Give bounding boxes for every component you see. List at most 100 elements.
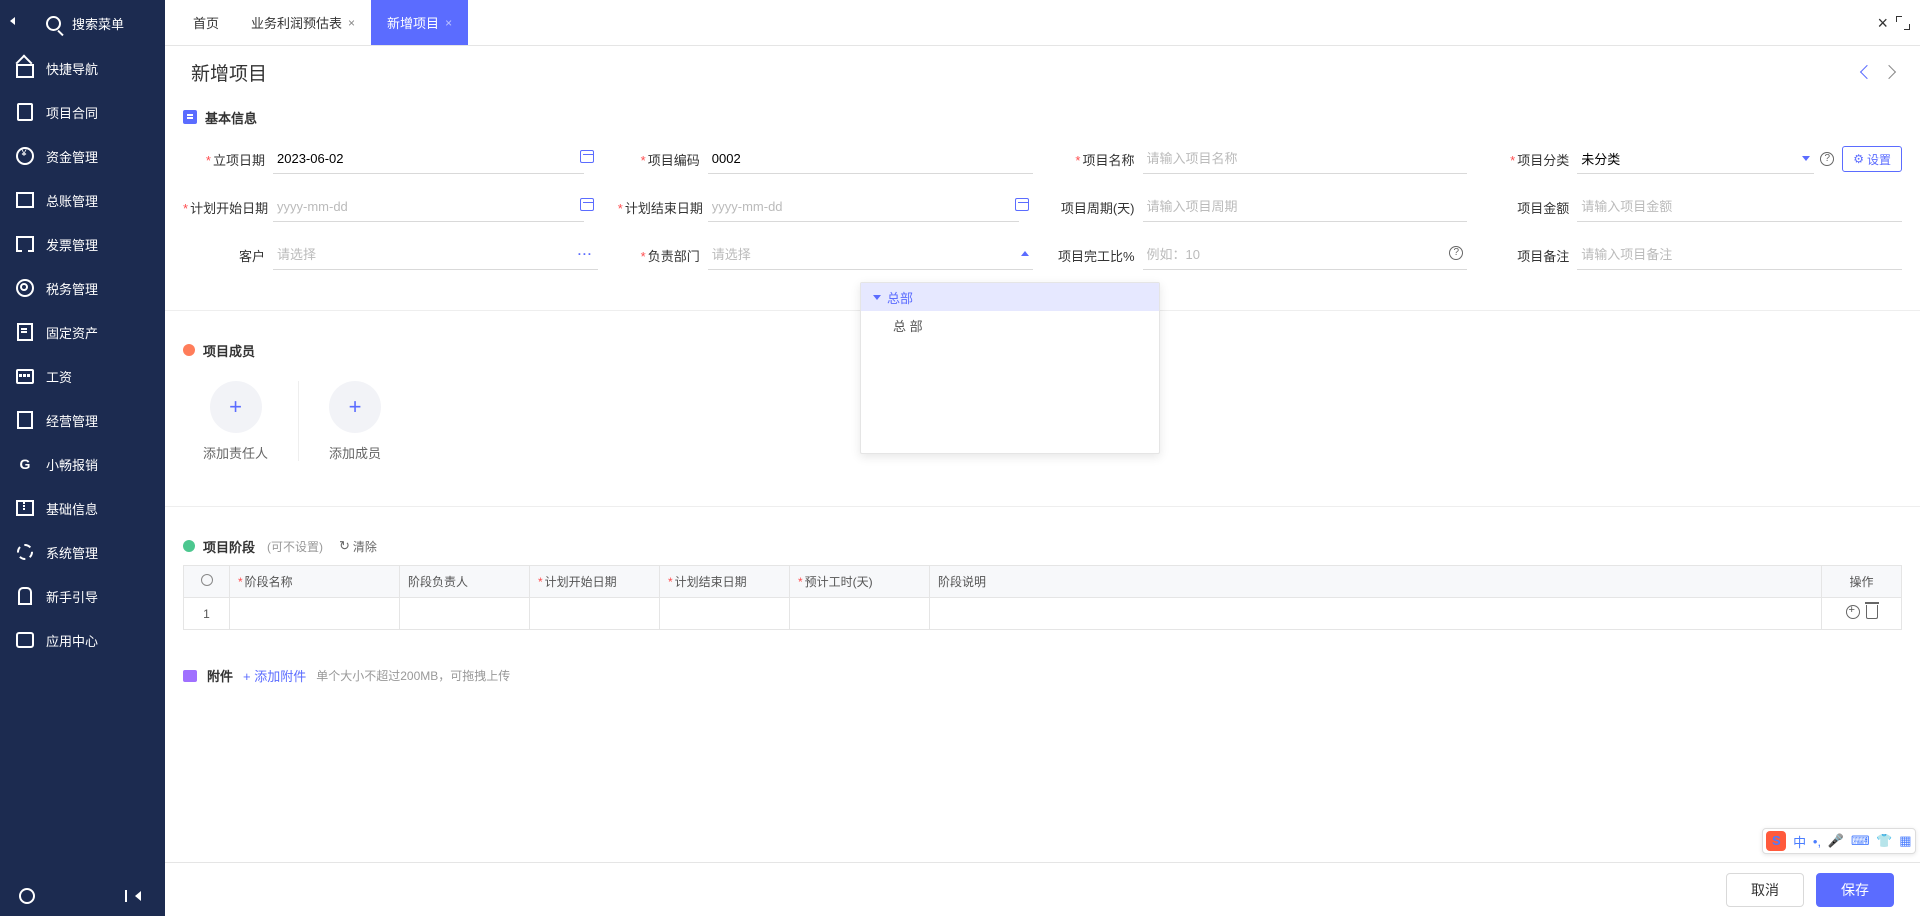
add-owner-button[interactable]: +: [210, 381, 262, 433]
col-settings[interactable]: [184, 566, 230, 598]
input-proj-date[interactable]: [273, 144, 584, 174]
document-icon: [16, 103, 34, 121]
section-basic: 基本信息 立项日期 项目编码 项目名称 项目分类?设置 计划开始日期 计划结束日…: [183, 98, 1902, 290]
col-plan-start: 计划开始日期: [538, 575, 617, 589]
label-dept: 负责部门: [618, 246, 708, 265]
system-icon: [16, 543, 34, 561]
page-header: 新增项目: [165, 46, 1920, 98]
input-remark[interactable]: [1577, 240, 1902, 270]
sidebar-item-asset[interactable]: 固定资产: [0, 310, 165, 354]
input-cat[interactable]: [1577, 144, 1814, 174]
input-start[interactable]: [273, 192, 584, 222]
input-end[interactable]: [708, 192, 1019, 222]
add-member-button[interactable]: +: [329, 381, 381, 433]
sidebar-item-xiaochang[interactable]: G小畅报销: [0, 442, 165, 486]
save-button[interactable]: 保存: [1816, 873, 1894, 907]
prev-icon[interactable]: [1860, 65, 1874, 79]
ime-logo-icon: S: [1766, 831, 1786, 851]
content: 基本信息 立项日期 项目编码 项目名称 项目分类?设置 计划开始日期 计划结束日…: [165, 98, 1920, 916]
sidebar-item-guide[interactable]: 新手引导: [0, 574, 165, 618]
close-icon[interactable]: ×: [445, 16, 452, 30]
dropdown-item-hq-child[interactable]: 总 部: [861, 311, 1159, 339]
ime-bar[interactable]: S 中 •, 🎤 ⌨ 👕 ▦: [1762, 828, 1916, 854]
attach-note: 单个大小不超过200MB，可拖拽上传: [316, 667, 510, 684]
sidebar-item-baseinfo[interactable]: 基础信息: [0, 486, 165, 530]
sidebar: 搜索菜单 快捷导航 项目合同 资金管理 总账管理 发票管理 税务管理 固定资产 …: [0, 0, 165, 916]
label-cat: 项目分类: [1487, 150, 1577, 169]
sidebar-item-business[interactable]: 经营管理: [0, 398, 165, 442]
sidebar-item-salary[interactable]: 工资: [0, 354, 165, 398]
footer: 取消 保存: [165, 862, 1920, 916]
sidebar-item-appcenter[interactable]: 应用中心: [0, 618, 165, 662]
info-icon: [16, 499, 34, 517]
attach-title: 附件: [207, 666, 233, 685]
input-name[interactable]: [1143, 144, 1468, 174]
add-row-icon[interactable]: [1846, 605, 1860, 619]
home-icon: [16, 59, 34, 77]
cancel-button[interactable]: 取消: [1726, 873, 1804, 907]
stages-note: (可不设置): [267, 538, 323, 555]
clear-button[interactable]: 清除: [339, 538, 377, 555]
row-index: 1: [184, 598, 230, 630]
ime-lang[interactable]: 中: [1793, 832, 1806, 851]
col-plan-end: 计划结束日期: [668, 575, 747, 589]
add-member-label: 添加成员: [329, 443, 381, 462]
business-icon: [16, 411, 34, 429]
sidebar-item-fund[interactable]: 资金管理: [0, 134, 165, 178]
help-icon[interactable]: ?: [1820, 152, 1834, 166]
label-amount: 项目金额: [1487, 198, 1577, 217]
input-amount[interactable]: [1577, 192, 1902, 222]
section-basic-icon: [183, 110, 197, 124]
input-code[interactable]: [708, 144, 1033, 174]
tabs-bar: 首页 业务利润预估表× 新增项目× ×: [165, 0, 1920, 46]
dropdown-item-hq[interactable]: 总部: [861, 283, 1159, 311]
salary-icon: [16, 367, 34, 385]
ime-punct-icon[interactable]: •,: [1813, 834, 1821, 849]
xiaochang-icon: G: [16, 455, 34, 473]
sidebar-item-tax[interactable]: 税务管理: [0, 266, 165, 310]
section-stages-icon: [183, 540, 195, 552]
ime-keyboard-icon[interactable]: ⌨: [1851, 833, 1870, 849]
fullscreen-icon[interactable]: [1896, 16, 1910, 30]
gear-icon[interactable]: [18, 887, 36, 905]
col-stage-desc: 阶段说明: [930, 566, 1822, 598]
section-attach: 附件 + 添加附件 单个大小不超过200MB，可拖拽上传: [183, 658, 1902, 709]
ime-skin-icon[interactable]: 👕: [1876, 833, 1892, 849]
label-cust: 客户: [183, 246, 273, 265]
sidebar-item-ledger[interactable]: 总账管理: [0, 178, 165, 222]
page-title: 新增项目: [191, 59, 267, 86]
tab-home[interactable]: 首页: [177, 0, 235, 45]
divider: [298, 381, 299, 461]
close-icon[interactable]: ×: [348, 16, 355, 30]
ime-mic-icon[interactable]: 🎤: [1828, 833, 1844, 849]
guide-icon: [16, 587, 34, 605]
gear-icon: [201, 574, 213, 586]
close-all-icon[interactable]: ×: [1877, 14, 1888, 32]
input-cust[interactable]: [273, 240, 598, 270]
dept-dropdown[interactable]: 总部 总 部: [860, 282, 1160, 454]
ime-toolbox-icon[interactable]: ▦: [1899, 833, 1911, 849]
sidebar-item-quicknav[interactable]: 快捷导航: [0, 46, 165, 90]
sidebar-item-contract[interactable]: 项目合同: [0, 90, 165, 134]
col-action: 操作: [1822, 566, 1902, 598]
input-dept[interactable]: [708, 240, 1033, 270]
table-row[interactable]: 1: [184, 598, 1902, 630]
delete-row-icon[interactable]: [1866, 605, 1878, 619]
input-done[interactable]: [1143, 240, 1468, 270]
invoice-icon: [16, 235, 34, 253]
divider: [165, 506, 1920, 507]
add-attachment-button[interactable]: + 添加附件: [243, 666, 306, 685]
input-period[interactable]: [1143, 192, 1468, 222]
sidebar-footer: [0, 876, 165, 916]
collapse-icon[interactable]: [129, 887, 147, 905]
tab-new-project[interactable]: 新增项目×: [371, 0, 468, 45]
settings-button[interactable]: 设置: [1842, 146, 1902, 172]
tab-profit-report[interactable]: 业务利润预估表×: [235, 0, 371, 45]
add-owner-label: 添加责任人: [203, 443, 268, 462]
sidebar-search[interactable]: 搜索菜单: [0, 0, 165, 46]
sidebar-item-system[interactable]: 系统管理: [0, 530, 165, 574]
next-icon[interactable]: [1882, 65, 1896, 79]
label-period: 项目周期(天): [1053, 198, 1143, 217]
label-end: 计划结束日期: [618, 198, 708, 217]
sidebar-item-invoice[interactable]: 发票管理: [0, 222, 165, 266]
